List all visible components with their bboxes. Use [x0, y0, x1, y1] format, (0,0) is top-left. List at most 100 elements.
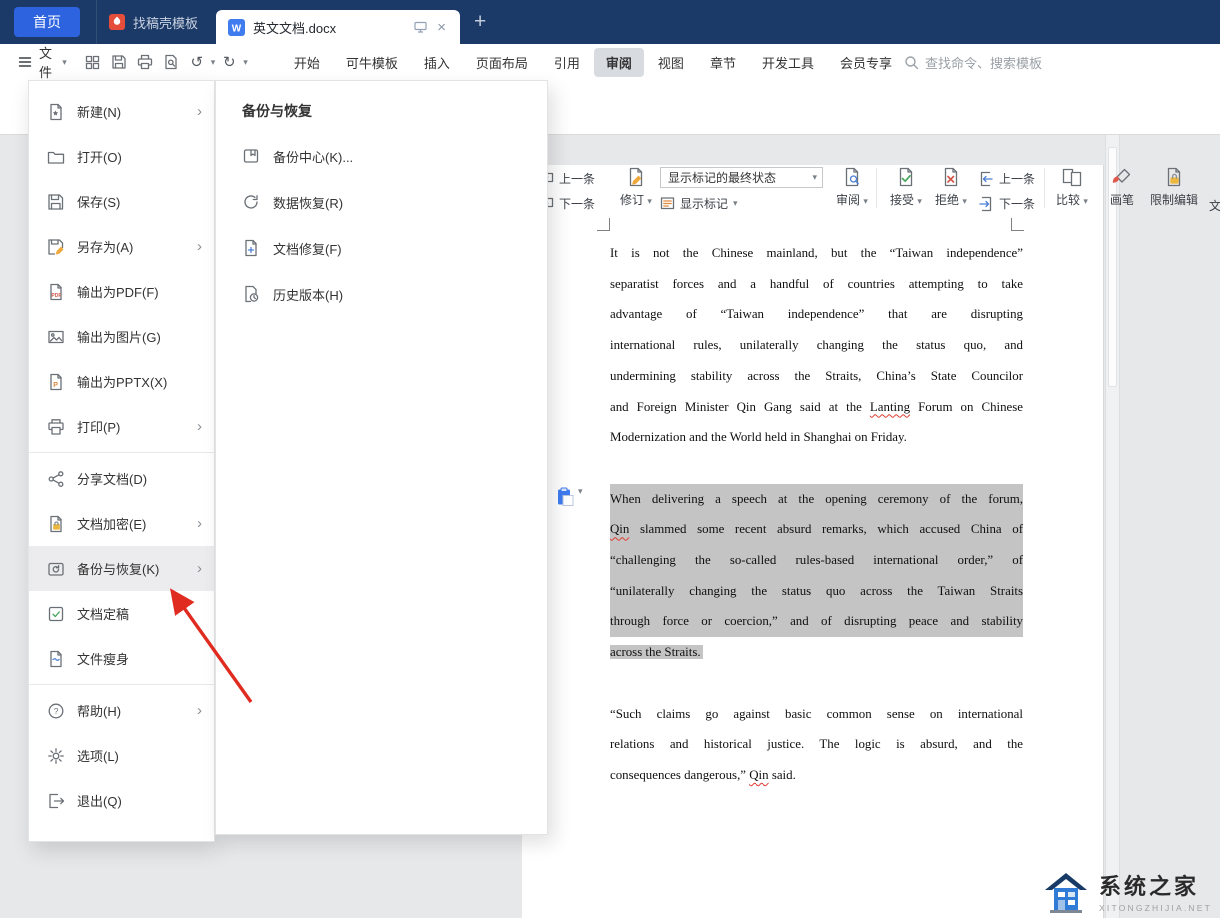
document-line[interactable]: advantage of “Taiwan independence” that …	[610, 299, 1023, 330]
ribbon-tab-可牛模板[interactable]: 可牛模板	[334, 48, 410, 77]
document-line[interactable]: “challenging the so-called rules-based i…	[610, 545, 1023, 576]
file-menu-item-文档加密(E)[interactable]: 文档加密(E) ›	[29, 501, 214, 546]
document-line[interactable]: consequences dangerous,” Qin said.	[610, 760, 1023, 791]
file-menu-item-label: 另存为(A)	[77, 240, 134, 255]
home-tab[interactable]: 首页	[14, 7, 80, 37]
document-line[interactable]: It is not the Chinese mainland, but the …	[610, 238, 1023, 269]
chevron-down-icon: ▾	[962, 196, 967, 206]
print-icon[interactable]	[133, 50, 157, 74]
chevron-down-icon[interactable]: ▾	[243, 57, 248, 67]
document-line[interactable]: international rules, unilaterally changi…	[610, 330, 1023, 361]
document-line[interactable]: When delivering a speech at the opening …	[610, 483, 1023, 515]
vertical-scrollbar[interactable]	[1105, 135, 1120, 918]
submenu-item-数据恢复(R)[interactable]: 数据恢复(R)	[216, 179, 547, 225]
file-menu-item-选项(L)[interactable]: 选项(L)	[29, 733, 214, 778]
ribbon-tab-开始[interactable]: 开始	[282, 48, 332, 77]
document-line[interactable]: relations and historical justice. The lo…	[610, 729, 1023, 760]
chevron-down-icon: ▾	[863, 196, 868, 206]
margin-corner-mark-left	[597, 218, 610, 231]
file-menu-label: 文件	[39, 46, 53, 80]
ribbon-tab-插入[interactable]: 插入	[412, 48, 462, 77]
save-icon[interactable]	[107, 50, 131, 74]
fm-backup-icon	[47, 560, 65, 578]
accept-change-button[interactable]: 接受 ▾	[884, 164, 928, 208]
sm-center-icon	[242, 147, 260, 165]
file-menu-item-label: 新建(N)	[77, 105, 122, 120]
ink-pen-icon	[1100, 164, 1144, 190]
new-tab-button[interactable]: +	[474, 10, 486, 34]
redo-icon[interactable]: ↻	[217, 50, 241, 74]
file-menu-item-另存为(A)[interactable]: 另存为(A) ›	[29, 224, 214, 269]
submenu-item-历史版本(H)[interactable]: 历史版本(H)	[216, 271, 547, 317]
reject-change-label: 拒绝	[935, 193, 960, 207]
print-preview-icon[interactable]	[159, 50, 183, 74]
review-pane-button[interactable]: 审阅 ▾	[830, 164, 874, 208]
file-menu-item-打印(P)[interactable]: 打印(P) ›	[29, 404, 214, 449]
document-line[interactable]: and Foreign Minister Qin Gang said at th…	[610, 392, 1023, 423]
cutoff-button-label[interactable]: 文	[1209, 197, 1220, 214]
document-line[interactable]: Qin slammed some recent absurd remarks, …	[610, 514, 1023, 546]
ribbon-tab-会员专享[interactable]: 会员专享	[828, 48, 904, 77]
fm-save-icon	[47, 193, 65, 211]
document-line[interactable]: Modernization and the World held in Shan…	[610, 422, 1023, 453]
monitor-icon[interactable]	[414, 21, 427, 33]
undo-icon[interactable]: ↺	[185, 50, 209, 74]
track-changes-button[interactable]: 修订 ▾	[614, 164, 658, 208]
document-page[interactable]: It is not the Chinese mainland, but the …	[522, 165, 1104, 918]
document-line[interactable]: undermining stability across the Straits…	[610, 361, 1023, 392]
markup-state-dropdown[interactable]: 显示标记的最终状态 ▾	[660, 167, 823, 188]
fm-options-icon	[47, 747, 65, 765]
submenu-item-label: 历史版本(H)	[273, 287, 344, 303]
file-menu-item-分享文档(D)[interactable]: 分享文档(D)	[29, 456, 214, 501]
file-menu-item-新建(N)[interactable]: 新建(N) ›	[29, 89, 214, 134]
restrict-editing-button[interactable]: 限制编辑	[1146, 164, 1202, 208]
compare-button[interactable]: 比较 ▾	[1050, 164, 1094, 208]
file-menu-item-输出为PDF(F)[interactable]: PDF 输出为PDF(F)	[29, 269, 214, 314]
file-menu-button[interactable]: 文件 ▾	[12, 39, 73, 85]
submenu-arrow-icon: ›	[197, 103, 202, 120]
watermark-logo-icon	[1045, 873, 1088, 913]
command-search[interactable]: 查找命令、搜索模板	[904, 53, 1042, 72]
restrict-editing-label: 限制编辑	[1149, 193, 1198, 207]
markup-state-value: 显示标记的最终状态	[668, 171, 777, 185]
ribbon-tab-章节[interactable]: 章节	[698, 48, 748, 77]
file-menu-panel: 新建(N) › 打开(O) 保存(S) 另存为(A) › PDF 输出为PDF(F) 输出为图片…	[28, 80, 215, 842]
tab-docer-template[interactable]: 找稿壳模板	[96, 0, 216, 44]
ink-pen-button[interactable]: 画笔	[1100, 164, 1144, 208]
submenu-item-备份中心(K)...[interactable]: 备份中心(K)...	[216, 133, 547, 179]
tab-current-document[interactable]: W 英文文档.docx ×	[216, 10, 460, 44]
ribbon-separator	[876, 168, 877, 208]
document-line[interactable]: “Such claims go against basic common sen…	[610, 699, 1023, 730]
paste-options-button[interactable]: ▾	[556, 487, 583, 507]
reject-change-button[interactable]: 拒绝 ▾	[929, 164, 973, 208]
next-change-button[interactable]: 下一条	[978, 195, 1035, 212]
file-menu-item-退出(Q)[interactable]: 退出(Q)	[29, 778, 214, 823]
file-menu-item-输出为图片(G)[interactable]: 输出为图片(G)	[29, 314, 214, 359]
document-line[interactable]: separatist forces and a handful of count…	[610, 269, 1023, 300]
ribbon-tab-审阅[interactable]: 审阅	[593, 47, 644, 77]
file-menu-item-输出为PPTX(X)[interactable]: P 输出为PPTX(X)	[29, 359, 214, 404]
ribbon-tab-视图[interactable]: 视图	[646, 48, 696, 77]
sm-recovery-icon	[242, 193, 260, 211]
ribbon-tab-开发工具[interactable]: 开发工具	[750, 48, 826, 77]
ink-pen-label: 画笔	[1109, 193, 1134, 207]
submenu-item-文档修复(F)[interactable]: 文档修复(F)	[216, 225, 547, 271]
restrict-editing-icon	[1146, 164, 1202, 190]
file-menu-item-保存(S)[interactable]: 保存(S)	[29, 179, 214, 224]
document-line[interactable]: through force or coercion,” and of disru…	[610, 606, 1023, 638]
file-menu-item-打开(O)[interactable]: 打开(O)	[29, 134, 214, 179]
sm-history-icon	[242, 285, 260, 303]
show-markup-button[interactable]: 显示标记 ▾	[660, 195, 738, 212]
chevron-down-icon[interactable]: ▾	[211, 57, 216, 67]
previous-change-label: 上一条	[999, 172, 1036, 186]
previous-change-button[interactable]: 上一条	[978, 170, 1035, 187]
document-line[interactable]: across the Straits.	[610, 637, 1023, 668]
site-watermark: 系统之家 XITONGZHIJIA.NET	[1041, 868, 1212, 914]
apps-icon[interactable]	[81, 50, 105, 74]
ribbon-tab-页面布局[interactable]: 页面布局	[464, 48, 540, 77]
close-tab-icon[interactable]: ×	[435, 19, 448, 36]
previous-comment-label: 上一条	[559, 172, 596, 186]
quick-access-toolbar: ↺ ▾ ↻ ▾	[81, 50, 248, 74]
ribbon-tab-引用[interactable]: 引用	[542, 48, 592, 77]
document-line[interactable]: “unilaterally changing the status quo ac…	[610, 575, 1023, 607]
